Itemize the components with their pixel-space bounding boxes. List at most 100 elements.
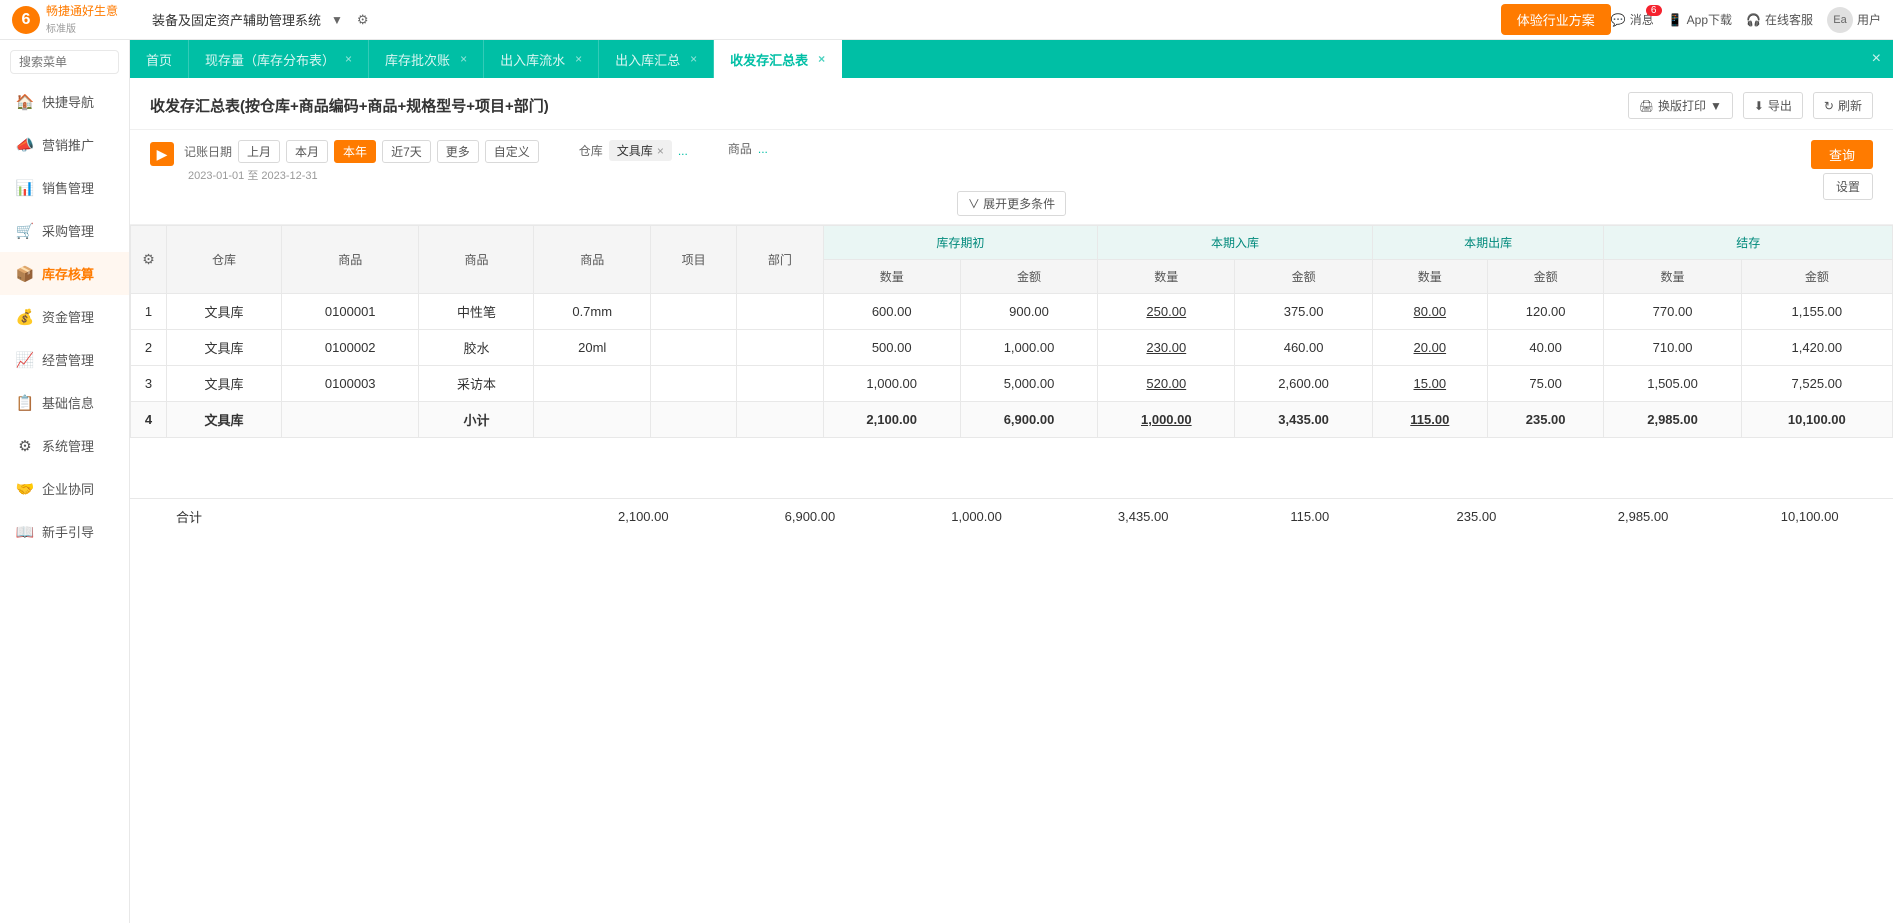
th-group-bal: 结存 [1604,226,1893,260]
cell-code [282,402,419,438]
cell-qty-out[interactable]: 15.00 [1372,366,1487,402]
cell-num: 1 [131,294,167,330]
filter-settings-btn[interactable]: 设置 [1823,173,1873,200]
table-col-settings[interactable]: ⚙ [131,226,167,294]
sidebar-item-inventory[interactable]: 📦 库存核算 [0,252,129,295]
sidebar-item-base-info[interactable]: 📋 基础信息 [0,381,129,424]
search-bar [0,40,129,80]
system-icon: ⚙ [16,437,34,455]
tab-close-in-out-summary[interactable]: × [690,52,697,66]
tab-bar: 首页 现存量（库存分布表） × 库存批次账 × 出入库流水 × 出入库汇总 × [130,40,1893,78]
cell-amt-init: 5,000.00 [960,366,1097,402]
cell-qty-in-link[interactable]: 230.00 [1146,340,1186,355]
cell-qty-in-link[interactable]: 520.00 [1146,376,1186,391]
page-header-actions: 🖨 换版打印 ▼ ⬇ 导出 ↻ 刷新 [1628,92,1873,119]
warehouse-tag-close[interactable]: × [657,144,664,158]
cell-qty-in[interactable]: 520.00 [1098,366,1235,402]
message-badge: 6 [1646,5,1662,16]
date-btn-custom[interactable]: 自定义 [485,140,539,163]
cell-qty-out-link[interactable]: 20.00 [1414,340,1447,355]
filter-bar: ▶ 记账日期 上月 本月 本年 近7天 更多 自定义 2023 [130,130,1893,225]
tab-close-batch-ledger[interactable]: × [460,52,467,66]
cell-amt-in: 3,435.00 [1235,402,1372,438]
message-btn[interactable]: 💬 消息 6 [1611,11,1654,28]
page-header: 收发存汇总表(按仓库+商品编码+商品+规格型号+项目+部门) 🖨 换版打印 ▼ … [130,78,1893,130]
cell-dept [737,330,823,366]
sidebar-item-marketing[interactable]: 📣 营销推广 [0,123,129,166]
cell-qty-out[interactable]: 80.00 [1372,294,1487,330]
online-service-btn[interactable]: 🎧 在线客服 [1746,11,1813,28]
sidebar-item-purchase[interactable]: 🛒 采购管理 [0,209,129,252]
warehouse-more-btn[interactable]: ... [678,144,688,158]
date-btn-this-month[interactable]: 本月 [286,140,328,163]
cell-qty-in[interactable]: 250.00 [1098,294,1235,330]
cell-qty-out-link[interactable]: 80.00 [1414,304,1447,319]
date-btn-more[interactable]: 更多 [437,140,479,163]
sidebar-item-system[interactable]: ⚙ 系统管理 [0,424,129,467]
tab-home[interactable]: 首页 [130,40,189,78]
cell-qty-in[interactable]: 230.00 [1098,330,1235,366]
cell-code: 0100002 [282,330,419,366]
chevron-down-icon: ▼ [1710,99,1722,113]
query-btn[interactable]: 查询 [1811,140,1873,169]
cell-qty-out-link[interactable]: 115.00 [1410,412,1449,427]
tab-bar-close-icon[interactable]: × [1872,50,1893,68]
footer-init-amt: 6,900.00 [727,509,894,524]
tab-close-recv-send-summary[interactable]: × [818,52,825,66]
cell-qty-out[interactable]: 20.00 [1372,330,1487,366]
base-info-icon: 📋 [16,394,34,412]
cell-qty-out[interactable]: 115.00 [1372,402,1487,438]
table-settings-icon[interactable]: ⚙ [142,251,155,267]
footer-total-label: 合计 [130,507,560,526]
user-btn[interactable]: Ea 用户 [1827,7,1881,33]
table-body: 1文具库0100001中性笔0.7mm600.00900.00250.00375… [131,294,1893,438]
tab-in-out-flow[interactable]: 出入库流水 × [484,40,599,78]
th-dept: 部门 [737,226,823,294]
sidebar-item-sales[interactable]: 📊 销售管理 [0,166,129,209]
sidebar-item-operations[interactable]: 📈 经营管理 [0,338,129,381]
tab-close-in-out-flow[interactable]: × [575,52,582,66]
cell-qty-in-link[interactable]: 250.00 [1146,304,1186,319]
logo-area: 6 畅捷通好生意 标准版 [12,4,132,35]
expand-more-btn[interactable]: ∨ 展开更多条件 [957,191,1066,216]
tab-inventory-dist[interactable]: 现存量（库存分布表） × [189,40,369,78]
goods-filter: 商品 ... [728,140,768,157]
goods-more-btn[interactable]: ... [758,142,768,156]
date-range: 2023-01-01 至 2023-12-31 [188,167,539,183]
refresh-btn[interactable]: ↻ 刷新 [1813,92,1873,119]
tab-in-out-summary[interactable]: 出入库汇总 × [599,40,714,78]
cell-qty-in[interactable]: 1,000.00 [1098,402,1235,438]
app-download-btn[interactable]: 📱 App下载 [1668,11,1732,28]
sidebar-item-quick-nav[interactable]: 🏠 快捷导航 [0,80,129,123]
cell-project [650,294,736,330]
printer-icon: 🖨 [1639,99,1654,113]
gear-settings-icon[interactable]: ⚙ [357,12,369,28]
cell-amt-out: 235.00 [1487,402,1604,438]
experience-btn[interactable]: 体验行业方案 [1501,4,1611,35]
home-icon: 🏠 [16,93,34,111]
cell-amt-bal: 1,155.00 [1741,294,1892,330]
data-table: ⚙ 仓库 商品 商品 商品 项目 部门 库存期初 本期入库 本期出库 [130,225,1893,438]
tab-close-inventory-dist[interactable]: × [345,52,352,66]
print-btn[interactable]: 🖨 换版打印 ▼ [1628,92,1733,119]
date-btn-last-month[interactable]: 上月 [238,140,280,163]
date-btn-this-year[interactable]: 本年 [334,140,376,163]
search-input[interactable] [10,50,119,74]
date-btn-7days[interactable]: 近7天 [382,140,431,163]
footer-out-amt: 235.00 [1393,509,1560,524]
sys-dropdown-icon[interactable]: ▼ [331,13,343,27]
cell-amt-bal: 7,525.00 [1741,366,1892,402]
tab-batch-ledger[interactable]: 库存批次账 × [369,40,484,78]
filter-expand-btn[interactable]: ▶ [150,142,174,166]
sidebar-item-newbie[interactable]: 📖 新手引导 [0,510,129,553]
tab-recv-send-summary[interactable]: 收发存汇总表 × [714,40,842,78]
sidebar-item-finance[interactable]: 💰 资金管理 [0,295,129,338]
export-btn[interactable]: ⬇ 导出 [1743,92,1803,119]
cell-qty-out-link[interactable]: 15.00 [1414,376,1447,391]
table-header-row-1: ⚙ 仓库 商品 商品 商品 项目 部门 库存期初 本期入库 本期出库 [131,226,1893,260]
th-init-qty: 数量 [823,260,960,294]
th-spec: 商品 [534,226,650,294]
cell-qty-in-link[interactable]: 1,000.00 [1141,412,1192,427]
table-row: 1文具库0100001中性笔0.7mm600.00900.00250.00375… [131,294,1893,330]
sidebar-item-enterprise[interactable]: 🤝 企业协同 [0,467,129,510]
